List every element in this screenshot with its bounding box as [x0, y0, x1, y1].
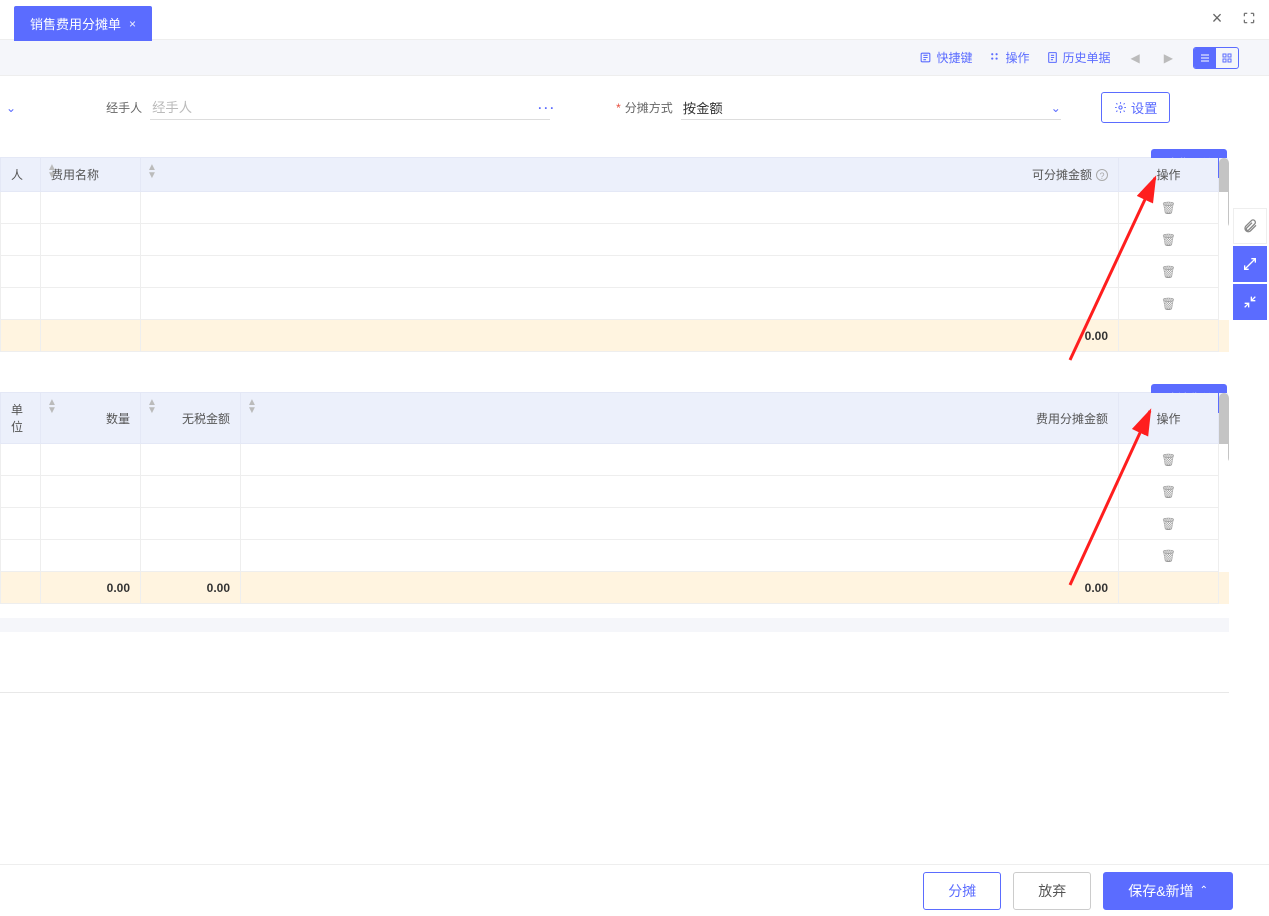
chevron-up-icon: ⌃: [1200, 885, 1208, 896]
operate-label: 操作: [1006, 49, 1030, 66]
total-alloc: 0.00: [141, 320, 1119, 352]
nav-prev-button[interactable]: ◀: [1127, 51, 1144, 65]
col-netamt[interactable]: ▲▼无税金额: [141, 393, 241, 444]
col-qty[interactable]: ▲▼数量: [41, 393, 141, 444]
cancel-button[interactable]: 放弃: [1013, 872, 1091, 910]
table-row[interactable]: 🗑: [1, 192, 1229, 224]
save-new-button[interactable]: 保存&新增 ⌃: [1103, 872, 1233, 910]
method-select[interactable]: [681, 96, 1061, 120]
sales-section: 选销货单 单位 ▲▼数量 ▲▼无税金额 ▲▼费用分摊金额 操作 🗑 🗑 🗑 🗑 …: [0, 392, 1269, 604]
delete-icon[interactable]: 🗑: [1161, 453, 1176, 467]
table-row[interactable]: 🗑: [1, 540, 1229, 572]
table-row[interactable]: 🗑: [1, 256, 1229, 288]
delete-icon[interactable]: 🗑: [1161, 265, 1176, 279]
attachment-button[interactable]: [1233, 208, 1267, 244]
total-qty: 0.00: [41, 572, 141, 604]
operate-link[interactable]: 操作: [989, 49, 1030, 66]
tab-title: 销售费用分摊单: [30, 14, 121, 33]
method-label: *分摊方式: [616, 99, 673, 116]
allocate-button[interactable]: 分摊: [923, 872, 1001, 910]
col-allocatable[interactable]: ▲▼可分摊金额?: [141, 158, 1119, 192]
view-grid-button[interactable]: [1216, 48, 1238, 68]
window-fullscreen-button[interactable]: [1239, 8, 1259, 28]
total-fee-alloc: 0.00: [241, 572, 1119, 604]
col-operate: 操作: [1119, 158, 1219, 192]
more-icon[interactable]: ···: [538, 101, 556, 115]
delete-icon[interactable]: 🗑: [1161, 201, 1176, 215]
col-operate: 操作: [1119, 393, 1219, 444]
shortcut-label: 快捷键: [936, 49, 972, 66]
spacer: [0, 618, 1229, 632]
tab-close-icon[interactable]: ×: [129, 17, 136, 31]
view-toggle: [1193, 47, 1239, 69]
table-row[interactable]: 🗑: [1, 288, 1229, 320]
delete-icon[interactable]: 🗑: [1161, 485, 1176, 499]
col-person[interactable]: 人: [1, 158, 41, 192]
tab-active[interactable]: 销售费用分摊单 ×: [14, 6, 152, 41]
col-expense-name[interactable]: ▲▼费用名称: [41, 158, 141, 192]
expense-section: 选费用单 人 ▲▼费用名称 ▲▼可分摊金额? 操作 🗑 🗑 🗑 🗑 0.00: [0, 157, 1269, 352]
handler-label: 经手人: [106, 99, 142, 116]
delete-icon[interactable]: 🗑: [1161, 297, 1176, 311]
scrollbar[interactable]: [1219, 393, 1229, 444]
scrollbar[interactable]: [1219, 158, 1229, 192]
nav-next-button[interactable]: ▶: [1160, 51, 1177, 65]
divider: [0, 692, 1229, 693]
settings-button[interactable]: 设置: [1101, 92, 1171, 123]
save-new-label: 保存&新增: [1128, 881, 1193, 901]
method-field: *分摊方式 ⌄: [616, 96, 1061, 120]
delete-icon[interactable]: 🗑: [1161, 233, 1176, 247]
col-fee-alloc[interactable]: ▲▼费用分摊金额: [241, 393, 1119, 444]
history-label: 历史单据: [1063, 49, 1111, 66]
right-rail: [1233, 208, 1269, 320]
shortcut-link[interactable]: 快捷键: [919, 49, 972, 66]
toolbar: 快捷键 操作 历史单据 ◀ ▶: [0, 40, 1269, 76]
history-link[interactable]: 历史单据: [1046, 49, 1111, 66]
table-row[interactable]: 🗑: [1, 508, 1229, 540]
total-netamt: 0.00: [141, 572, 241, 604]
handler-field: 经手人 ···: [106, 96, 556, 120]
form-row: ⌄ 经手人 ··· *分摊方式 ⌄ 设置: [0, 76, 1269, 139]
chevron-down-icon[interactable]: ⌄: [1051, 101, 1061, 115]
expand-in-button[interactable]: [1233, 284, 1267, 320]
settings-label: 设置: [1131, 98, 1158, 117]
tab-bar: 销售费用分摊单 × ×: [0, 0, 1269, 40]
expand-out-button[interactable]: [1233, 246, 1267, 282]
table-total-row: 0.00 0.00 0.00: [1, 572, 1229, 604]
sales-table: 单位 ▲▼数量 ▲▼无税金额 ▲▼费用分摊金额 操作 🗑 🗑 🗑 🗑 0.00 …: [0, 392, 1229, 604]
view-list-button[interactable]: [1194, 48, 1216, 68]
expense-table: 人 ▲▼费用名称 ▲▼可分摊金额? 操作 🗑 🗑 🗑 🗑 0.00: [0, 157, 1229, 352]
window-close-button[interactable]: ×: [1207, 8, 1227, 28]
delete-icon[interactable]: 🗑: [1161, 549, 1176, 563]
handler-input[interactable]: [150, 96, 550, 120]
table-row[interactable]: 🗑: [1, 224, 1229, 256]
col-unit[interactable]: 单位: [1, 393, 41, 444]
table-total-row: 0.00: [1, 320, 1229, 352]
table-row[interactable]: 🗑: [1, 476, 1229, 508]
delete-icon[interactable]: 🗑: [1161, 517, 1176, 531]
chevron-down-icon[interactable]: ⌄: [6, 101, 16, 115]
footer: 分摊 放弃 保存&新增 ⌃: [0, 864, 1269, 916]
table-row[interactable]: 🗑: [1, 444, 1229, 476]
